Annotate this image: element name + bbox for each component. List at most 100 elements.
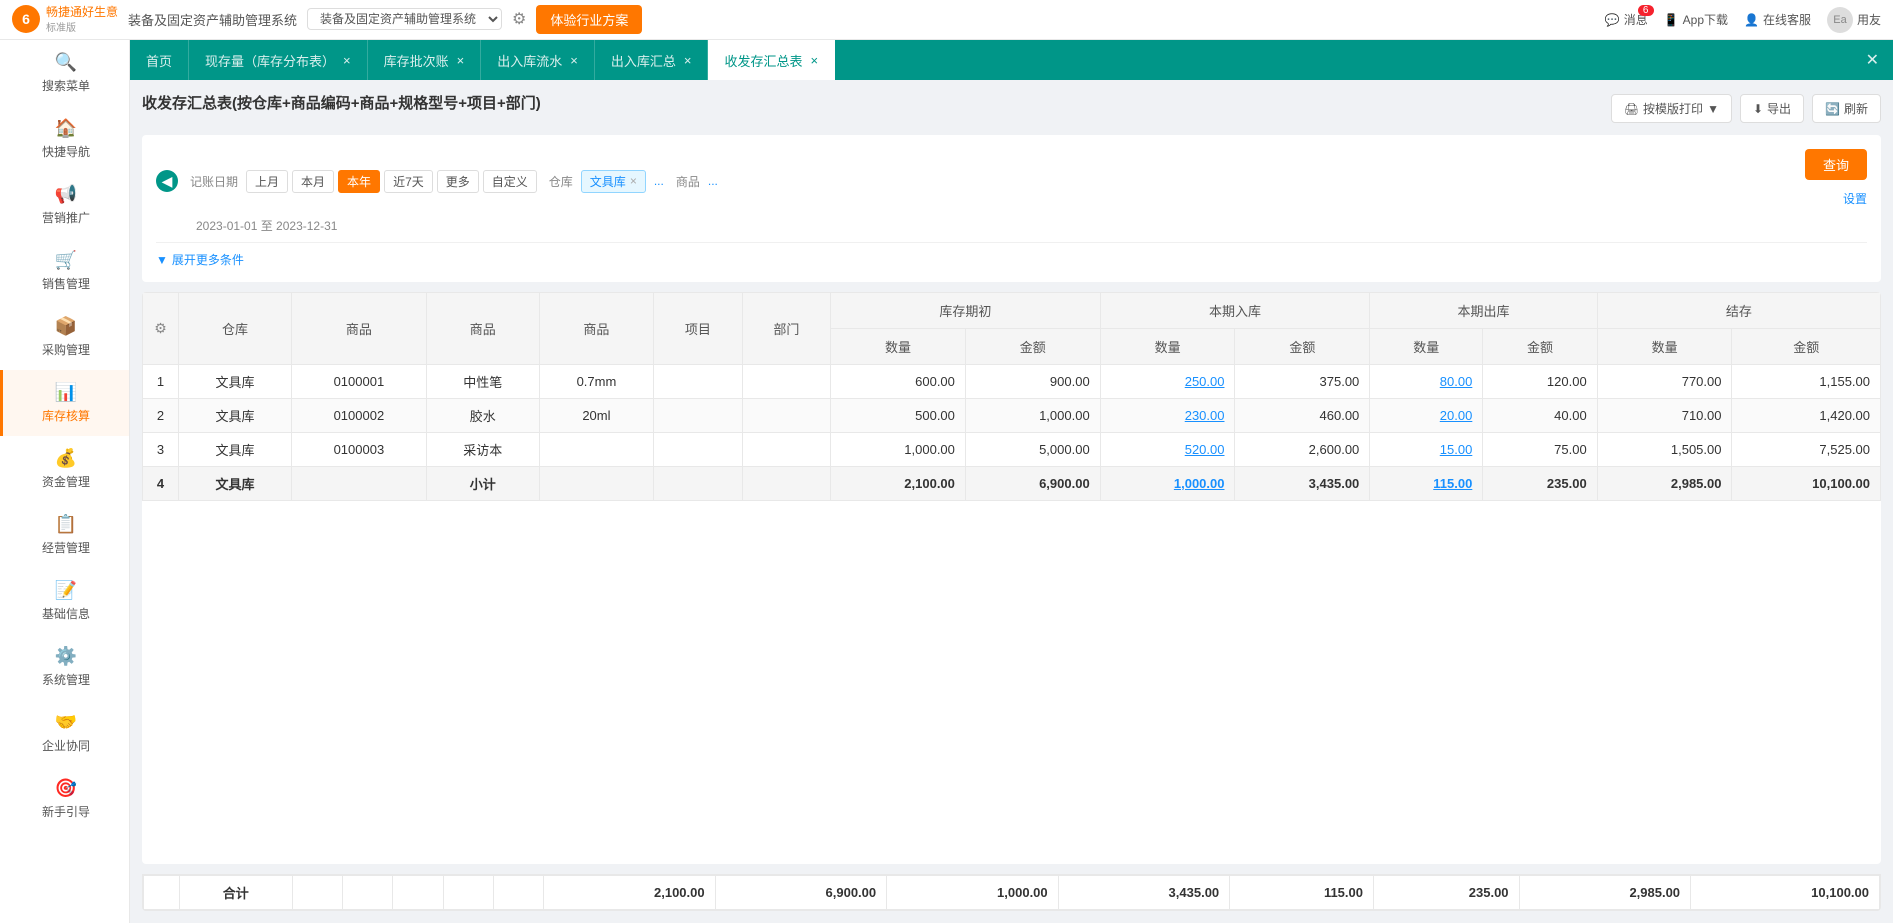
footer-bal-amt: 10,100.00 (1691, 876, 1880, 910)
row-goods-name: 采访本 (426, 433, 539, 467)
tab-inout-flow-close[interactable]: × (568, 54, 578, 67)
sidebar-label-newbie: 新手引导 (42, 803, 90, 820)
app-download-button[interactable]: 📱 App下载 (1664, 11, 1728, 28)
sidebar-item-operation[interactable]: 📋 经营管理 (0, 502, 129, 568)
table-settings-icon[interactable]: ⚙ (154, 320, 167, 336)
sidebar-item-sales[interactable]: 🛒 销售管理 (0, 238, 129, 304)
online-service-button[interactable]: 👤 在线客服 (1744, 11, 1811, 28)
tab-batch-close[interactable]: × (455, 54, 465, 67)
row-in-qty[interactable]: 520.00 (1100, 433, 1235, 467)
sidebar-item-marketing[interactable]: 📢 营销推广 (0, 172, 129, 238)
goods-more-btn[interactable]: ... (708, 174, 718, 188)
user-menu[interactable]: Ea 用友 (1827, 7, 1881, 33)
tab-stock-summary[interactable]: 收发存汇总表 × (708, 40, 835, 80)
row-in-qty[interactable]: 1,000.00 (1100, 467, 1235, 501)
row-goods-code: 0100002 (291, 399, 426, 433)
date-btn-custom[interactable]: 自定义 (483, 170, 537, 193)
expand-conditions-button[interactable]: ▼ 展开更多条件 (156, 251, 1867, 268)
date-btn-this-year[interactable]: 本年 (338, 170, 380, 193)
settings-icon[interactable]: ⚙ (512, 9, 526, 29)
refresh-label: 刷新 (1844, 100, 1868, 117)
warehouse-tag-close[interactable]: × (630, 174, 637, 188)
row-bal-qty: 710.00 (1597, 399, 1732, 433)
date-range-text: 2023-01-01 至 2023-12-31 (196, 219, 337, 233)
date-btn-last-month[interactable]: 上月 (246, 170, 288, 193)
warehouse-tag-text: 文具库 (590, 173, 626, 190)
row-in-qty[interactable]: 250.00 (1100, 365, 1235, 399)
in-qty-header: 数量 (1100, 329, 1235, 365)
tab-home[interactable]: 首页 (130, 40, 189, 80)
settings-col-header[interactable]: ⚙ (143, 293, 179, 365)
tab-inout-flow[interactable]: 出入库流水 × (481, 40, 595, 80)
message-button[interactable]: 💬 消息 6 (1605, 11, 1648, 28)
sidebar-label-search: 搜索菜单 (42, 77, 90, 94)
tab-inventory-dist-close[interactable]: × (341, 54, 351, 67)
sidebar-item-finance[interactable]: 💰 资金管理 (0, 436, 129, 502)
row-no: 4 (143, 467, 179, 501)
sys-title: 装备及固定资产辅助管理系统 (128, 10, 297, 29)
sidebar-item-search[interactable]: 🔍 搜索菜单 (0, 40, 129, 106)
date-btn-this-month[interactable]: 本月 (292, 170, 334, 193)
opening-group-header: 库存期初 (831, 293, 1101, 329)
sidebar-item-inventory[interactable]: 📊 库存核算 (0, 370, 129, 436)
tab-home-label: 首页 (146, 51, 172, 70)
sidebar-item-system[interactable]: ⚙️ 系统管理 (0, 634, 129, 700)
app-download-label: App下载 (1683, 11, 1728, 28)
refresh-button[interactable]: 🔄 刷新 (1812, 94, 1881, 123)
tab-inout-summary[interactable]: 出入库汇总 × (595, 40, 709, 80)
row-out-amt: 75.00 (1483, 433, 1597, 467)
goods-name-col-header: 商品 (426, 293, 539, 365)
date-btn-more[interactable]: 更多 (437, 170, 479, 193)
sidebar-item-quick[interactable]: 🏠 快捷导航 (0, 106, 129, 172)
row-out-qty[interactable]: 20.00 (1370, 399, 1483, 433)
query-button[interactable]: 查询 (1805, 149, 1867, 180)
goods-filter-section: 商品 ... (676, 173, 718, 190)
message-icon: 💬 (1605, 13, 1620, 27)
filter-collapse-button[interactable]: ◀ (156, 170, 178, 192)
row-out-qty[interactable]: 115.00 (1370, 467, 1483, 501)
tab-batch[interactable]: 库存批次账 × (368, 40, 482, 80)
sidebar-item-purchase[interactable]: 📦 采购管理 (0, 304, 129, 370)
sidebar-item-enterprise[interactable]: 🤝 企业协同 (0, 700, 129, 766)
warehouse-more-btn[interactable]: ... (654, 174, 664, 188)
print-button[interactable]: 🖨 按模版打印 ▼ (1611, 94, 1732, 123)
logo-circle: 6 (12, 5, 40, 33)
date-btn-7days[interactable]: 近7天 (384, 170, 433, 193)
row-project (654, 467, 743, 501)
row-out-qty[interactable]: 80.00 (1370, 365, 1483, 399)
global-close-icon[interactable]: ✕ (1852, 50, 1893, 70)
search-icon: 🔍 (55, 52, 77, 73)
warehouse-filter-label: 仓库 (549, 173, 573, 190)
row-open-qty: 2,100.00 (831, 467, 966, 501)
goods-code-col-header: 商品 (291, 293, 426, 365)
tab-inventory-dist[interactable]: 现存量（库存分布表） × (189, 40, 368, 80)
footer-label: 合计 (180, 876, 293, 910)
experience-button[interactable]: 体验行业方案 (536, 5, 642, 34)
row-out-qty[interactable]: 15.00 (1370, 433, 1483, 467)
export-button[interactable]: ⬇ 导出 (1740, 94, 1804, 123)
sidebar-label-operation: 经营管理 (42, 539, 90, 556)
data-table: ⚙ 仓库 商品 商品 商品 项目 部门 库存期初 本期入库 本期出库 (142, 292, 1881, 501)
row-project (654, 399, 743, 433)
date-buttons: 上月 本月 本年 近7天 更多 自定义 (246, 170, 537, 193)
footer-out-qty: 115.00 (1230, 876, 1374, 910)
finance-icon: 💰 (55, 448, 77, 469)
sys-select[interactable]: 装备及固定资产辅助管理系统 (307, 8, 502, 30)
row-goods-code: 0100003 (291, 433, 426, 467)
tab-stock-summary-close[interactable]: × (808, 54, 818, 67)
settings-link[interactable]: 设置 (1843, 184, 1867, 213)
sidebar-item-newbie[interactable]: 🎯 新手引导 (0, 766, 129, 832)
tab-inout-summary-close[interactable]: × (682, 54, 692, 67)
row-open-qty: 600.00 (831, 365, 966, 399)
tab-inventory-dist-label: 现存量（库存分布表） (205, 51, 335, 70)
warehouse-tag: 文具库 × (581, 170, 646, 193)
top-bar: 6 畅捷通好生意 标准版 装备及固定资产辅助管理系统 装备及固定资产辅助管理系统… (0, 0, 1893, 40)
sidebar-item-basic[interactable]: 📝 基础信息 (0, 568, 129, 634)
row-out-amt: 235.00 (1483, 467, 1597, 501)
warehouse-col-header: 仓库 (179, 293, 292, 365)
row-bal-amt: 1,420.00 (1732, 399, 1881, 433)
out-amt-header: 金额 (1483, 329, 1597, 365)
operation-icon: 📋 (55, 514, 77, 535)
goods-spec-col-header: 商品 (539, 293, 653, 365)
row-in-qty[interactable]: 230.00 (1100, 399, 1235, 433)
